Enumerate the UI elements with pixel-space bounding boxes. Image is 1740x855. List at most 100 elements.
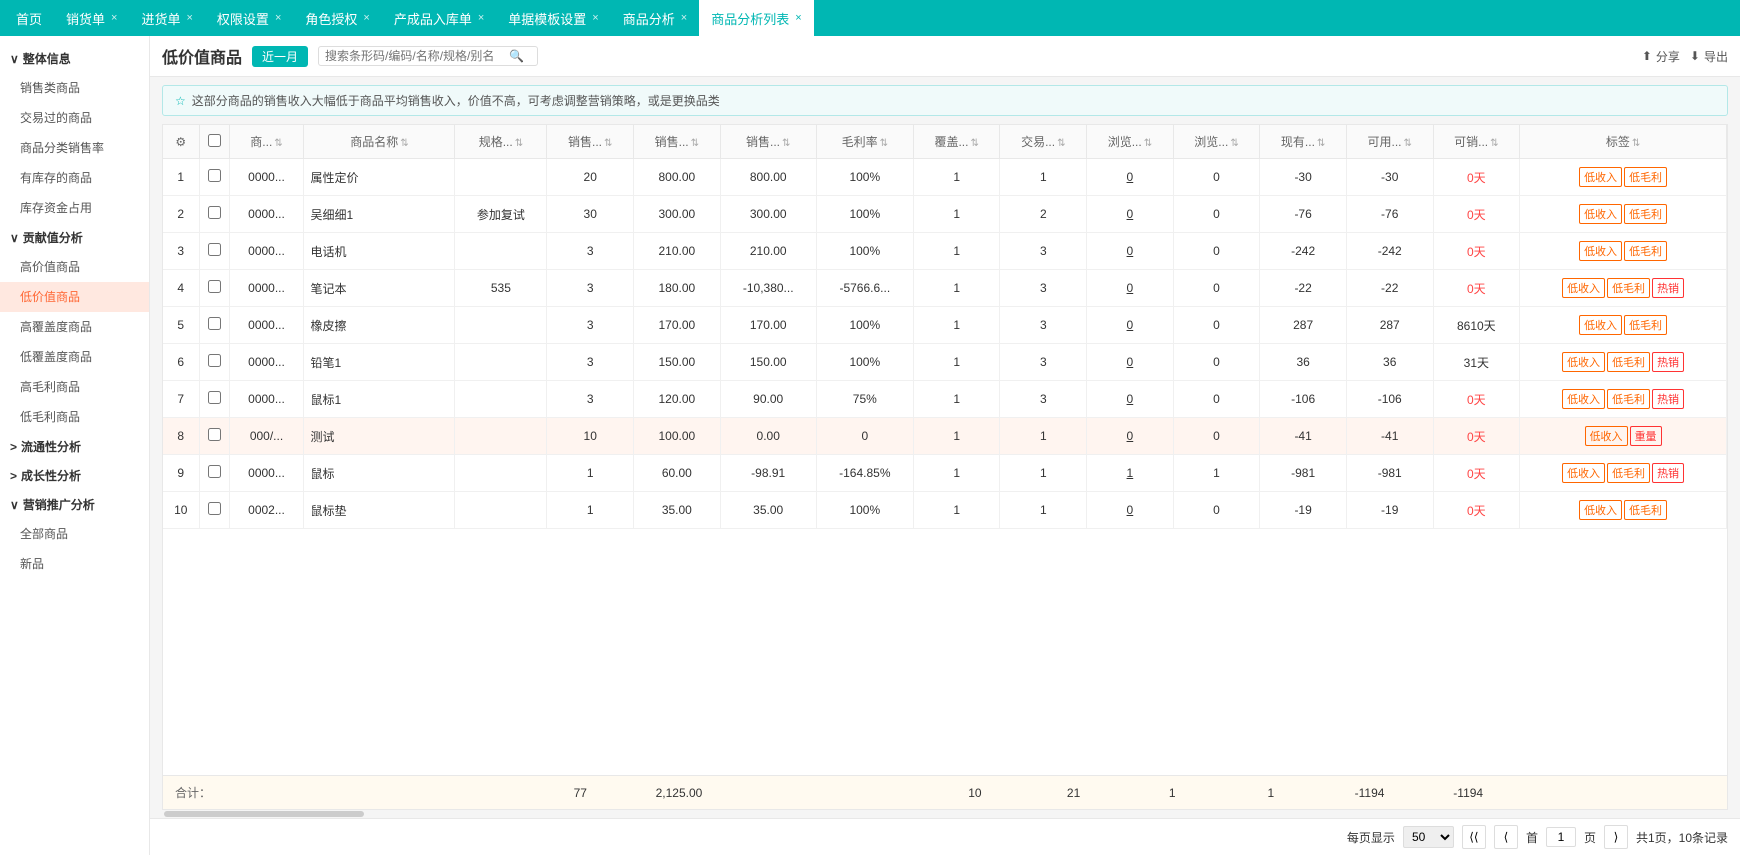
cell-available: -41 <box>1346 418 1433 455</box>
nav-sales-order[interactable]: 销货单 × <box>54 0 129 36</box>
page-size-select[interactable]: 50 100 200 <box>1403 826 1454 848</box>
cell-view1[interactable]: 0 <box>1087 381 1174 418</box>
col-available[interactable]: 可用...⇅ <box>1346 125 1433 159</box>
page-next-button[interactable]: ⟩ <box>1604 825 1628 849</box>
col-settings[interactable] <box>163 125 199 159</box>
page-first-button[interactable]: ⟨⟨ <box>1462 825 1486 849</box>
row-checkbox[interactable] <box>208 280 221 293</box>
cell-view1[interactable]: 0 <box>1087 196 1174 233</box>
view1-link[interactable]: 0 <box>1127 355 1134 369</box>
col-qty[interactable]: 销售...⇅ <box>547 125 634 159</box>
view1-link[interactable]: 0 <box>1127 503 1134 517</box>
sidebar-item-sales-products[interactable]: 销售类商品 <box>0 73 149 103</box>
col-coverage[interactable]: 覆盖...⇅ <box>913 125 1000 159</box>
sidebar-group-liquidity[interactable]: > 流通性分析 <box>0 432 149 461</box>
share-button[interactable]: ⬆ 分享 <box>1642 48 1680 65</box>
sidebar-item-low-coverage[interactable]: 低覆盖度商品 <box>0 342 149 372</box>
nav-close-analysis[interactable]: × <box>681 12 687 24</box>
cell-view1[interactable]: 0 <box>1087 344 1174 381</box>
search-input[interactable] <box>325 49 505 63</box>
sidebar-item-new-products[interactable]: 新品 <box>0 549 149 579</box>
row-checkbox[interactable] <box>208 317 221 330</box>
sidebar-item-traded-products[interactable]: 交易过的商品 <box>0 103 149 133</box>
row-checkbox[interactable] <box>208 428 221 441</box>
sidebar-group-marketing[interactable]: ∨ 营销推广分析 <box>0 490 149 519</box>
nav-close-inbound[interactable]: × <box>478 12 484 24</box>
cell-view1[interactable]: 0 <box>1087 418 1174 455</box>
col-view1[interactable]: 浏览...⇅ <box>1087 125 1174 159</box>
nav-close-purchase[interactable]: × <box>186 12 192 24</box>
page-prev-button[interactable]: ⟨ <box>1494 825 1518 849</box>
sidebar-item-stock-capital[interactable]: 库存资金占用 <box>0 193 149 223</box>
col-code[interactable]: 商...⇅ <box>229 125 304 159</box>
export-button[interactable]: ⬇ 导出 <box>1690 48 1728 65</box>
col-spec[interactable]: 规格...⇅ <box>455 125 547 159</box>
view1-link[interactable]: 0 <box>1127 429 1134 443</box>
col-gross-rate[interactable]: 毛利率⇅ <box>816 125 913 159</box>
data-table-container[interactable]: 商...⇅ 商品名称⇅ 规格...⇅ 销售...⇅ 销售...⇅ 销售...⇅ … <box>162 124 1728 776</box>
sidebar-item-all-products[interactable]: 全部商品 <box>0 519 149 549</box>
sidebar-item-high-value[interactable]: 高价值商品 <box>0 252 149 282</box>
cell-row-number: 6 <box>163 344 199 381</box>
view1-link[interactable]: 0 <box>1127 170 1134 184</box>
cell-view1[interactable]: 0 <box>1087 307 1174 344</box>
tag-badge: 低收入 <box>1562 352 1605 372</box>
row-checkbox[interactable] <box>208 502 221 515</box>
sidebar-group-contribution[interactable]: ∨ 贡献值分析 <box>0 223 149 252</box>
row-checkbox[interactable] <box>208 465 221 478</box>
sidebar-group-growth[interactable]: > 成长性分析 <box>0 461 149 490</box>
nav-close-permissions[interactable]: × <box>275 12 281 24</box>
view1-link[interactable]: 1 <box>1127 466 1134 480</box>
nav-template-settings[interactable]: 单据模板设置 × <box>496 0 610 36</box>
view1-link[interactable]: 0 <box>1127 392 1134 406</box>
sidebar-item-stocked-products[interactable]: 有库存的商品 <box>0 163 149 193</box>
cell-qty: 3 <box>547 381 634 418</box>
sidebar-item-low-value[interactable]: 低价值商品 <box>0 282 149 312</box>
nav-product-analysis[interactable]: 商品分析 × <box>611 0 699 36</box>
nav-close-template[interactable]: × <box>592 12 598 24</box>
cell-view1[interactable]: 1 <box>1087 455 1174 492</box>
nav-close-sales[interactable]: × <box>111 12 117 24</box>
col-name[interactable]: 商品名称⇅ <box>304 125 455 159</box>
search-icon[interactable]: 🔍 <box>509 49 524 63</box>
horizontal-scrollbar[interactable] <box>162 810 1728 818</box>
nav-home[interactable]: 首页 <box>4 0 54 36</box>
cell-view1[interactable]: 0 <box>1087 159 1174 196</box>
col-days[interactable]: 可销...⇅ <box>1433 125 1520 159</box>
cell-view1[interactable]: 0 <box>1087 233 1174 270</box>
row-checkbox[interactable] <box>208 243 221 256</box>
row-checkbox[interactable] <box>208 206 221 219</box>
col-view2[interactable]: 浏览...⇅ <box>1173 125 1260 159</box>
date-filter-button[interactable]: 近一月 <box>252 46 308 67</box>
col-price[interactable]: 销售...⇅ <box>634 125 721 159</box>
row-checkbox[interactable] <box>208 169 221 182</box>
select-all-checkbox[interactable] <box>208 134 221 147</box>
cell-view1[interactable]: 0 <box>1087 270 1174 307</box>
col-amount[interactable]: 销售...⇅ <box>720 125 816 159</box>
view1-link[interactable]: 0 <box>1127 318 1134 332</box>
nav-role-auth[interactable]: 角色授权 × <box>293 0 381 36</box>
col-tags[interactable]: 标签⇅ <box>1520 125 1727 159</box>
nav-close-role[interactable]: × <box>363 12 369 24</box>
view1-link[interactable]: 0 <box>1127 281 1134 295</box>
nav-close-analysis-list[interactable]: × <box>795 12 801 24</box>
scrollbar-thumb[interactable] <box>164 811 364 817</box>
nav-product-inbound[interactable]: 产成品入库单 × <box>382 0 496 36</box>
col-stock[interactable]: 现有...⇅ <box>1260 125 1347 159</box>
view1-link[interactable]: 0 <box>1127 207 1134 221</box>
nav-product-analysis-list[interactable]: 商品分析列表 × <box>699 0 813 36</box>
sidebar-item-high-coverage[interactable]: 高覆盖度商品 <box>0 312 149 342</box>
view1-link[interactable]: 0 <box>1127 244 1134 258</box>
sidebar-item-low-margin[interactable]: 低毛利商品 <box>0 402 149 432</box>
row-checkbox[interactable] <box>208 354 221 367</box>
sidebar-item-category-sales[interactable]: 商品分类销售率 <box>0 133 149 163</box>
nav-permissions[interactable]: 权限设置 × <box>205 0 293 36</box>
sidebar-item-high-margin[interactable]: 高毛利商品 <box>0 372 149 402</box>
cell-view1[interactable]: 0 <box>1087 492 1174 529</box>
row-checkbox[interactable] <box>208 391 221 404</box>
nav-purchase-order[interactable]: 进货单 × <box>129 0 204 36</box>
col-trade[interactable]: 交易...⇅ <box>1000 125 1087 159</box>
sidebar-group-overall[interactable]: ∨ 整体信息 <box>0 44 149 73</box>
page-number-input[interactable] <box>1546 827 1576 847</box>
settings-icon[interactable] <box>175 135 186 149</box>
